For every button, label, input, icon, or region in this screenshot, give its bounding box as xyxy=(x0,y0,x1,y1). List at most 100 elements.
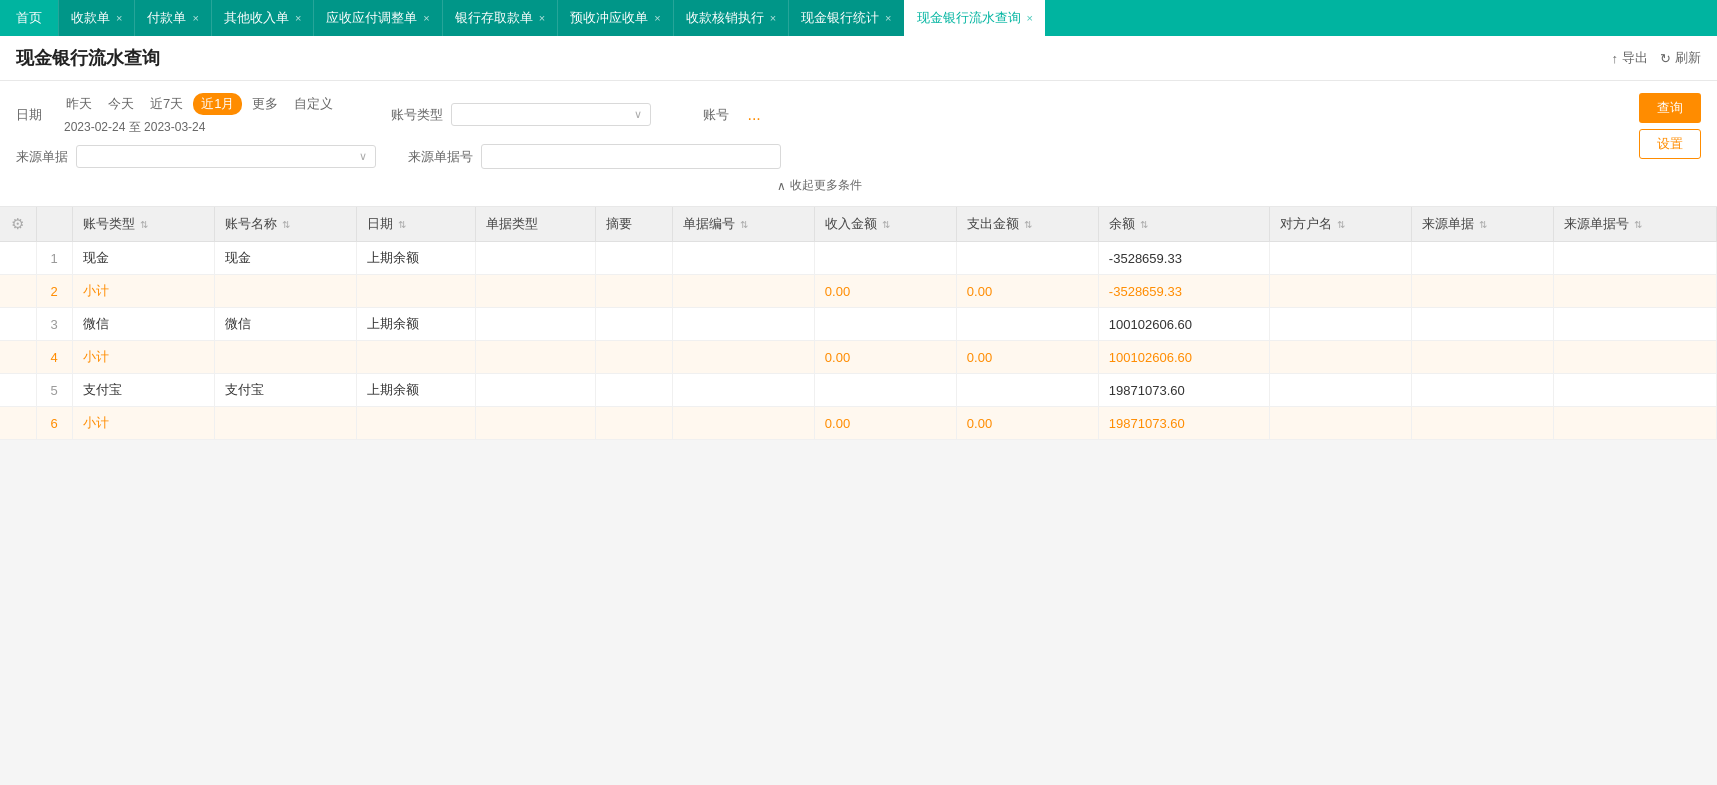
col-doc-no[interactable]: 单据编号 ⇅ xyxy=(672,207,814,242)
refresh-button[interactable]: ↻ 刷新 xyxy=(1660,49,1701,67)
nav-home[interactable]: 首页 xyxy=(0,0,58,36)
col-date[interactable]: 日期 ⇅ xyxy=(356,207,476,242)
tab-close-icon[interactable]: × xyxy=(654,12,660,24)
row-source-doc-no xyxy=(1553,341,1716,374)
tab-close-icon[interactable]: × xyxy=(423,12,429,24)
settings-button[interactable]: 设置 xyxy=(1639,129,1701,159)
date-options-line: 昨天今天近7天近1月更多自定义 xyxy=(60,93,339,115)
row-expense xyxy=(956,308,1098,341)
date-option[interactable]: 自定义 xyxy=(288,93,339,115)
nav-tab-label: 其他收入单 xyxy=(224,9,289,27)
export-label: 导出 xyxy=(1622,49,1648,67)
table-header: ⚙ 账号类型 ⇅ 账号名称 ⇅ 日期 ⇅ 单据类型 摘要 单据编号 ⇅ 收入金额… xyxy=(0,207,1717,242)
nav-tab[interactable]: 现金银行统计 × xyxy=(788,0,903,36)
row-source-doc-no xyxy=(1553,374,1716,407)
date-option[interactable]: 更多 xyxy=(246,93,284,115)
col-settings[interactable]: ⚙ xyxy=(0,207,36,242)
nav-tab-label: 银行存取款单 xyxy=(455,9,533,27)
sort-icon-income: ⇅ xyxy=(882,219,890,230)
account-dots[interactable]: ... xyxy=(747,106,760,124)
row-doc-no xyxy=(672,275,814,308)
col-balance[interactable]: 余额 ⇅ xyxy=(1098,207,1269,242)
row-account-name: 现金 xyxy=(214,242,356,275)
tab-close-icon[interactable]: × xyxy=(116,12,122,24)
source-doc-select[interactable]: ∨ xyxy=(76,145,376,168)
row-balance: 100102606.60 xyxy=(1098,341,1269,374)
tab-close-icon[interactable]: × xyxy=(192,12,198,24)
collapse-label: 收起更多条件 xyxy=(790,177,862,194)
tab-close-icon[interactable]: × xyxy=(539,12,545,24)
filter-area: 日期 昨天今天近7天近1月更多自定义 2023-02-24 至 2023-03-… xyxy=(0,81,1717,207)
row-account-type: 小计 xyxy=(72,341,214,374)
col-summary: 摘要 xyxy=(595,207,672,242)
nav-tab-label: 预收冲应收单 xyxy=(570,9,648,27)
col-expense[interactable]: 支出金额 ⇅ xyxy=(956,207,1098,242)
nav-tab[interactable]: 其他收入单 × xyxy=(211,0,313,36)
row-doc-no xyxy=(672,308,814,341)
row-doc-type xyxy=(476,308,596,341)
nav-tab-label: 收款单 xyxy=(71,9,110,27)
query-button[interactable]: 查询 xyxy=(1639,93,1701,123)
row-settings-cell xyxy=(0,275,36,308)
nav-tab[interactable]: 付款单× xyxy=(134,0,210,36)
row-income: 0.00 xyxy=(814,407,956,440)
sort-icon-balance: ⇅ xyxy=(1140,219,1148,230)
row-source-doc xyxy=(1411,242,1553,275)
row-summary xyxy=(595,341,672,374)
export-button[interactable]: ↑ 导出 xyxy=(1612,49,1649,67)
nav-tab-label: 收款核销执行 xyxy=(686,9,764,27)
row-doc-type xyxy=(476,374,596,407)
date-option[interactable]: 昨天 xyxy=(60,93,98,115)
date-option[interactable]: 近1月 xyxy=(193,93,242,115)
top-navigation: 首页 收款单×付款单×其他收入单×应收应付调整单×银行存取款单×预收冲应收单×收… xyxy=(0,0,1717,36)
account-type-select[interactable]: ∨ xyxy=(451,103,651,126)
row-income xyxy=(814,374,956,407)
nav-tab-label: 现金银行流水查询 xyxy=(917,9,1021,27)
row-settings-cell xyxy=(0,374,36,407)
refresh-icon: ↻ xyxy=(1660,51,1671,66)
table-row: 2 小计 0.00 0.00 -3528659.33 xyxy=(0,275,1717,308)
tab-close-icon[interactable]: × xyxy=(295,12,301,24)
page-title: 现金银行流水查询 xyxy=(16,46,160,70)
source-doc-no-input[interactable] xyxy=(481,144,781,169)
table-container: ⚙ 账号类型 ⇅ 账号名称 ⇅ 日期 ⇅ 单据类型 摘要 单据编号 ⇅ 收入金额… xyxy=(0,207,1717,440)
date-range: 2023-02-24 至 2023-03-24 xyxy=(64,119,339,136)
tab-close-icon[interactable]: × xyxy=(770,12,776,24)
row-doc-no xyxy=(672,242,814,275)
col-source-doc[interactable]: 来源单据 ⇅ xyxy=(1411,207,1553,242)
row-num-cell: 3 xyxy=(36,308,72,341)
date-option[interactable]: 近7天 xyxy=(144,93,189,115)
source-doc-chevron-icon: ∨ xyxy=(359,150,367,163)
nav-tab[interactable]: 应收应付调整单× xyxy=(313,0,441,36)
account-label: 账号 xyxy=(703,106,739,124)
date-option[interactable]: 今天 xyxy=(102,93,140,115)
account-type-label: 账号类型 xyxy=(391,106,443,124)
row-doc-type xyxy=(476,341,596,374)
tab-close-icon[interactable]: × xyxy=(885,12,891,24)
nav-tab[interactable]: 收款单 × xyxy=(58,0,134,36)
export-icon: ↑ xyxy=(1612,51,1619,66)
table-row: 6 小计 0.00 0.00 19871073.60 xyxy=(0,407,1717,440)
tab-close-icon[interactable]: × xyxy=(1027,12,1033,24)
nav-tab[interactable]: 收款核销执行 × xyxy=(673,0,788,36)
row-account-name xyxy=(214,341,356,374)
col-income[interactable]: 收入金额 ⇅ xyxy=(814,207,956,242)
refresh-label: 刷新 xyxy=(1675,49,1701,67)
nav-tab[interactable]: 现金银行流水查询 × xyxy=(904,0,1045,36)
row-income xyxy=(814,308,956,341)
row-counterpart xyxy=(1269,242,1411,275)
sort-icon-expense: ⇅ xyxy=(1024,219,1032,230)
date-label: 日期 xyxy=(16,106,52,124)
row-account-type: 小计 xyxy=(72,275,214,308)
row-doc-type xyxy=(476,242,596,275)
nav-tab[interactable]: 预收冲应收单 × xyxy=(557,0,672,36)
nav-tab[interactable]: 银行存取款单 × xyxy=(442,0,557,36)
collapse-bar[interactable]: ∧ 收起更多条件 xyxy=(16,177,1623,194)
col-counterpart[interactable]: 对方户名 ⇅ xyxy=(1269,207,1411,242)
col-source-doc-no[interactable]: 来源单据号 ⇅ xyxy=(1553,207,1716,242)
row-balance: 100102606.60 xyxy=(1098,308,1269,341)
col-num xyxy=(36,207,72,242)
nav-tab-label: 现金银行统计 xyxy=(801,9,879,27)
col-account-name[interactable]: 账号名称 ⇅ xyxy=(214,207,356,242)
col-account-type[interactable]: 账号类型 ⇅ xyxy=(72,207,214,242)
